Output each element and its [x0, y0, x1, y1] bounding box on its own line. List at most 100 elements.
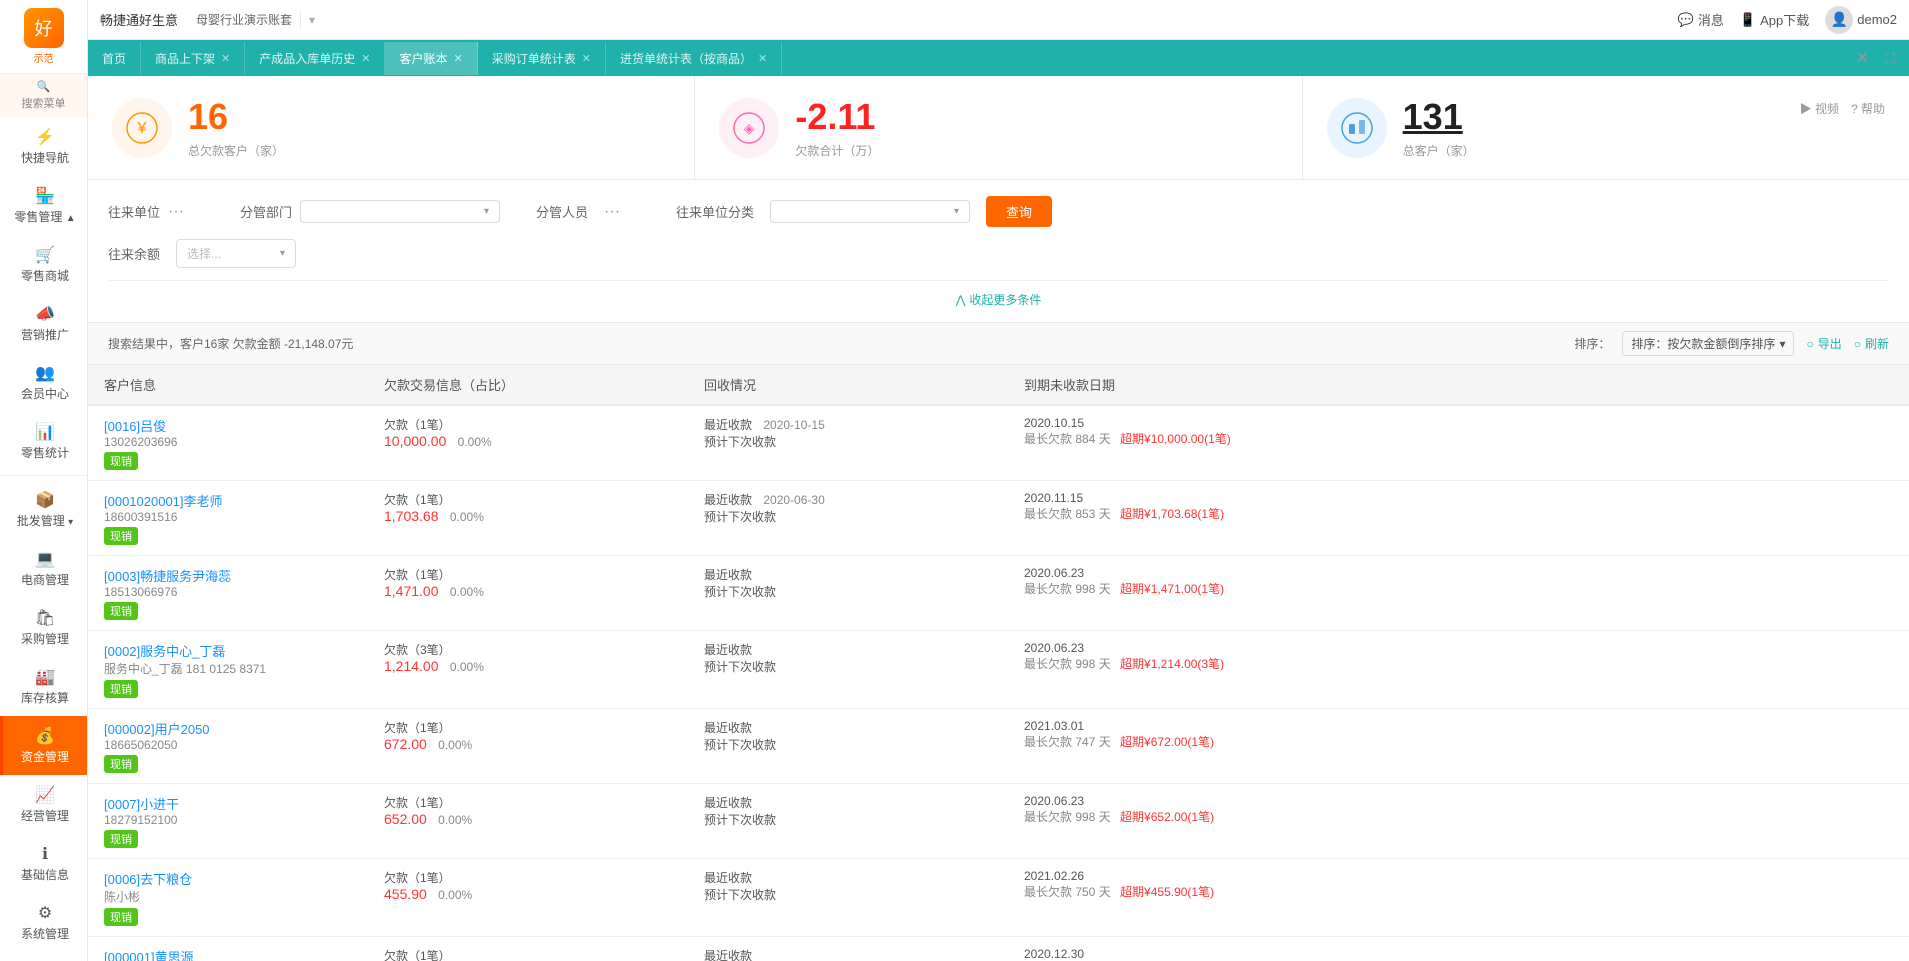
sidebar-item-capital-mgmt[interactable]: 💰 资金管理 — [0, 716, 87, 775]
from-unit-input-dots[interactable]: ··· — [168, 203, 184, 221]
app-title: 畅捷通好生意 — [100, 10, 188, 29]
cell-debt-info: 欠款（3笔） 1,214.00 0.00% — [368, 631, 688, 709]
tab-close-icon[interactable]: ✕ — [582, 52, 591, 65]
tab-close-icon[interactable]: ✕ — [221, 52, 230, 65]
tab-customer-account[interactable]: 客户账本 ✕ — [385, 42, 477, 75]
debt-amount-link[interactable]: 455.90 — [384, 886, 427, 902]
help-button[interactable]: ? 帮助 — [1851, 100, 1885, 117]
sidebar-item-member-center[interactable]: 👥 会员中心 — [0, 353, 87, 412]
video-help-button[interactable]: ▶ 视频 — [1800, 100, 1839, 117]
message-button[interactable]: 💬 消息 — [1678, 10, 1724, 29]
sidebar-item-retail-mgmt[interactable]: 🏪 零售管理 ▲ — [0, 176, 87, 235]
collapse-up-icon: ⋀ — [956, 293, 966, 307]
dept-select[interactable]: ▾ — [300, 200, 500, 223]
cell-debt-info: 欠款（1笔） 10,000.00 0.00% — [368, 405, 688, 481]
tab-production-history[interactable]: 产成品入库单历史 ✕ — [245, 42, 385, 75]
user-menu[interactable]: 👤 demo2 — [1825, 6, 1897, 34]
overdue-amount-link[interactable]: 超期¥10,000.00(1笔) — [1120, 432, 1231, 446]
customer-name-link[interactable]: [0002]服务中心_丁磊 — [104, 641, 352, 660]
customer-tag: 现销 — [104, 602, 138, 620]
tab-inbound-summary[interactable]: 进货单统计表（按商品） ✕ — [606, 42, 782, 75]
tab-product-onoff[interactable]: 商品上下架 ✕ — [141, 42, 245, 75]
sidebar-item-quick-nav[interactable]: ⚡ 快捷导航 — [0, 117, 87, 176]
next-collect-label: 预计下次收款 — [704, 660, 776, 674]
customer-tag: 现销 — [104, 680, 138, 698]
search-button[interactable]: 查询 — [986, 196, 1052, 227]
sidebar-item-purchase-mgmt[interactable]: 🛍 采购管理 — [0, 598, 87, 657]
stat-info-total-customers: 131 总客户（家） — [1403, 96, 1475, 159]
overdue-amount-link[interactable]: 超期¥1,703.68(1笔) — [1120, 507, 1224, 521]
sort-selector[interactable]: 排序：按欠款金额倒序排序 ▾ — [1622, 331, 1794, 356]
refresh-button[interactable]: ○ 刷新 — [1854, 335, 1889, 352]
close-all-tabs-button[interactable]: ✕ — [1850, 46, 1875, 70]
sidebar-item-retail-stats[interactable]: 📊 零售统计 — [0, 412, 87, 471]
app-download-button[interactable]: 📱 App下载 — [1740, 10, 1809, 29]
cell-return-info: 最近收款 预计下次收款 — [688, 556, 1008, 631]
cell-customer-info: [0002]服务中心_丁磊 服务中心_丁磊 181 0125 8371 现销 — [88, 631, 368, 709]
sidebar-item-business-mgmt[interactable]: 📈 经营管理 — [0, 775, 87, 834]
person-input-dots[interactable]: ··· — [604, 203, 620, 221]
debt-pct: 0.00% — [450, 510, 484, 524]
sidebar-item-batch-mgmt[interactable]: 📦 批发管理 ▾ — [0, 480, 87, 539]
filter-row-2: 往来余额 选择... ▾ — [108, 239, 1889, 268]
customer-name-link[interactable]: [0003]畅捷服务尹海蕊 — [104, 566, 352, 585]
sidebar-item-enterprise-coop[interactable]: 🤝 企业协同 — [0, 952, 87, 961]
overdue-amount-link[interactable]: 超期¥1,214.00(3笔) — [1120, 657, 1224, 671]
stat-card-debt-customers: ¥ 16 总欠款客户（家） — [88, 76, 695, 179]
sidebar-item-system-mgmt[interactable]: ⚙ 系统管理 — [0, 893, 87, 952]
debt-label: 欠款（1笔） — [384, 871, 451, 885]
sidebar-item-label: 零售商城 — [21, 269, 69, 283]
total-customers-icon — [1327, 98, 1387, 158]
company-arrow[interactable]: ▾ — [301, 13, 315, 27]
search-menu-item[interactable]: 🔍 搜索菜单 — [0, 74, 87, 117]
tab-label: 进货单统计表（按商品） — [620, 50, 752, 67]
unit-category-filter: 往来单位分类 ▾ — [676, 200, 970, 223]
unit-category-select[interactable]: ▾ — [770, 200, 970, 223]
customer-name-link[interactable]: [000002]用户2050 — [104, 719, 352, 738]
sidebar-item-marketing[interactable]: 📣 营销推广 — [0, 294, 87, 353]
debt-amount-link[interactable]: 1,471.00 — [384, 583, 439, 599]
debt-amount-link[interactable]: 652.00 — [384, 811, 427, 827]
logo-icon: 好 — [24, 8, 64, 48]
tab-close-icon[interactable]: ✕ — [361, 52, 370, 65]
customer-name-link[interactable]: [0001020001]李老师 — [104, 491, 352, 510]
collapse-filter-button[interactable]: ⋀ 收起更多条件 — [108, 285, 1889, 314]
overdue-days: 最长欠款 998 天 — [1024, 657, 1111, 671]
sidebar-item-warehouse[interactable]: 🏭 库存核算 — [0, 657, 87, 716]
customer-name-link[interactable]: [0007]小进干 — [104, 794, 352, 813]
overdue-amount-link[interactable]: 超期¥672.00(1笔) — [1120, 735, 1214, 749]
overdue-amount-link[interactable]: 超期¥652.00(1笔) — [1120, 810, 1214, 824]
tab-close-icon[interactable]: ✕ — [454, 52, 463, 65]
overdue-amount-link[interactable]: 超期¥1,471.00(1笔) — [1120, 582, 1224, 596]
customer-name-link[interactable]: [0006]去下粮仓 — [104, 869, 352, 888]
tab-label: 客户账本 — [399, 50, 447, 67]
sidebar-item-retail-mall[interactable]: 🛒 零售商城 — [0, 235, 87, 294]
next-collect-label: 预计下次收款 — [704, 888, 776, 902]
tab-purchase-summary[interactable]: 采购订单统计表 ✕ — [478, 42, 606, 75]
overdue-amount-link[interactable]: 超期¥455.90(1笔) — [1120, 885, 1214, 899]
cell-debt-info: 欠款（1笔） 652.00 0.00% — [368, 784, 688, 859]
cell-due-info: 2020.06.23 最长欠款 998 天 超期¥652.00(1笔) — [1008, 784, 1909, 859]
debt-amount-link[interactable]: 10,000.00 — [384, 433, 446, 449]
col-header-debt: 欠款交易信息（占比） — [368, 365, 688, 405]
balance-select[interactable]: 选择... ▾ — [176, 239, 296, 268]
total-customers-label: 总客户（家） — [1403, 142, 1475, 159]
customer-name-link[interactable]: [000001]黄思源 — [104, 947, 352, 961]
company-selector[interactable]: 母婴行业演示账套 — [188, 11, 301, 28]
debt-amount-link[interactable]: 1,214.00 — [384, 658, 439, 674]
export-button[interactable]: ○ 导出 — [1806, 335, 1841, 352]
debt-amount-link[interactable]: 672.00 — [384, 736, 427, 752]
maximize-button[interactable]: ⛶ — [1879, 48, 1901, 69]
sidebar-item-ecommerce[interactable]: 💻 电商管理 — [0, 539, 87, 598]
table-row: [0016]吕俊 13026203696 现销 欠款（1笔） 10,000.00… — [88, 405, 1909, 481]
due-date: 2020.06.23 — [1024, 566, 1893, 580]
sidebar-item-basic-info[interactable]: ℹ 基础信息 — [0, 834, 87, 893]
debt-amount-label: 欠款合计（万） — [795, 142, 879, 159]
due-date: 2021.03.01 — [1024, 719, 1893, 733]
tab-home[interactable]: 首页 — [88, 42, 141, 75]
debt-amount-link[interactable]: 1,703.68 — [384, 508, 439, 524]
tab-label: 首页 — [102, 50, 126, 67]
cell-return-info: 最近收款 预计下次收款 — [688, 631, 1008, 709]
tab-close-icon[interactable]: ✕ — [758, 52, 767, 65]
customer-name-link[interactable]: [0016]吕俊 — [104, 416, 352, 435]
